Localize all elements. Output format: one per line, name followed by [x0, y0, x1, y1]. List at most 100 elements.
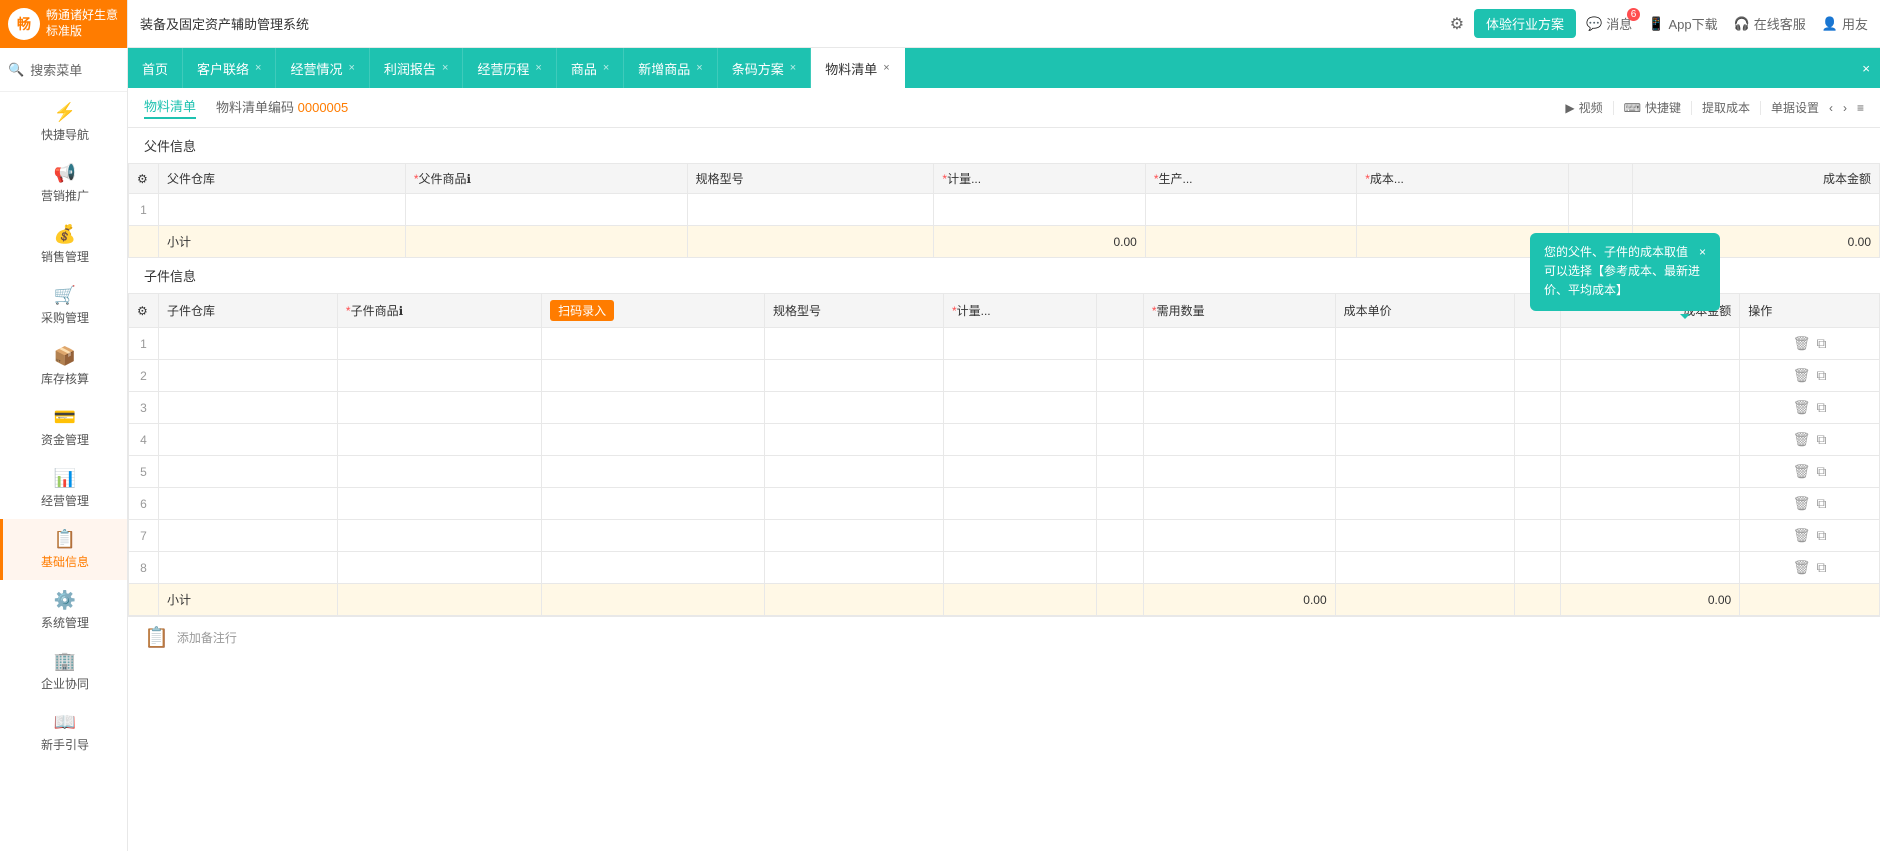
tooltip-close-button[interactable]: ×	[1699, 243, 1706, 262]
search-menu-button[interactable]: 🔍 搜索菜单	[8, 56, 119, 83]
copy-icon-6[interactable]: ⧉	[1816, 495, 1826, 512]
tab-business-status-close[interactable]: ×	[348, 62, 354, 74]
child-row-8-warehouse[interactable]	[159, 552, 338, 584]
child-row-3-goods[interactable]	[337, 392, 541, 424]
tab-goods[interactable]: 商品 ×	[557, 48, 624, 88]
child-row-5-goods[interactable]	[337, 456, 541, 488]
child-row-5-spec[interactable]	[765, 456, 944, 488]
child-row-1-warehouse[interactable]	[159, 328, 338, 360]
sidebar-item-system[interactable]: ⚙️ 系统管理	[0, 580, 127, 641]
child-row-7-goods[interactable]	[337, 520, 541, 552]
child-row-5-warehouse[interactable]	[159, 456, 338, 488]
tab-barcode-close[interactable]: ×	[790, 62, 796, 74]
next-page-button[interactable]: ›	[1843, 101, 1847, 115]
add-row-icon[interactable]: 📋	[144, 625, 169, 650]
extract-cost-button[interactable]: 提取成本	[1702, 99, 1750, 116]
child-row-6-warehouse[interactable]	[159, 488, 338, 520]
tab-history[interactable]: 经营历程 ×	[463, 48, 556, 88]
child-row-1-spec[interactable]	[765, 328, 944, 360]
child-row-2-unit-cost[interactable]	[1335, 360, 1514, 392]
child-row-3-unit[interactable]	[943, 392, 1096, 424]
shortcut-button[interactable]: ⌨ 快捷键	[1624, 99, 1681, 116]
child-row-5-unit[interactable]	[943, 456, 1096, 488]
gear-button[interactable]: ⚙	[1450, 14, 1464, 34]
delete-icon-5[interactable]: 🗑	[1793, 463, 1811, 480]
child-row-5-unit-cost[interactable]	[1335, 456, 1514, 488]
child-row-6-qty[interactable]	[1143, 488, 1335, 520]
child-row-8-qty[interactable]	[1143, 552, 1335, 584]
child-row-6-spec[interactable]	[765, 488, 944, 520]
video-button[interactable]: ▶ 视频	[1565, 99, 1602, 116]
child-row-6-goods[interactable]	[337, 488, 541, 520]
tab-add-goods[interactable]: 新增商品 ×	[624, 48, 717, 88]
copy-icon-5[interactable]: ⧉	[1816, 463, 1826, 480]
parent-row-1-cost[interactable]	[1357, 194, 1568, 226]
sidebar-item-operations[interactable]: 📊 经营管理	[0, 458, 127, 519]
sub-tab-bom-list[interactable]: 物料清单	[144, 96, 196, 119]
sidebar-item-purchase[interactable]: 🛒 采购管理	[0, 275, 127, 336]
trial-button[interactable]: 体验行业方案	[1474, 9, 1576, 38]
single-settings-button[interactable]: 单据设置	[1771, 99, 1819, 116]
tab-barcode[interactable]: 条码方案 ×	[718, 48, 811, 88]
delete-icon-1[interactable]: 🗑	[1793, 335, 1811, 352]
delete-icon-4[interactable]: 🗑	[1793, 431, 1811, 448]
copy-icon-3[interactable]: ⧉	[1816, 399, 1826, 416]
child-row-1-qty[interactable]	[1143, 328, 1335, 360]
nav-close-all-button[interactable]: ×	[1852, 61, 1880, 76]
parent-row-1-warehouse[interactable]	[159, 194, 406, 226]
list-view-button[interactable]: ≡	[1857, 101, 1864, 115]
child-th-settings[interactable]: ⚙	[129, 294, 159, 328]
copy-icon-2[interactable]: ⧉	[1816, 367, 1826, 384]
child-th-scan[interactable]: 扫码录入	[542, 294, 765, 328]
child-row-5-qty[interactable]	[1143, 456, 1335, 488]
child-row-2-spec[interactable]	[765, 360, 944, 392]
copy-icon-8[interactable]: ⧉	[1816, 559, 1826, 576]
parent-row-1-goods[interactable]	[405, 194, 687, 226]
copy-icon-7[interactable]: ⧉	[1816, 527, 1826, 544]
delete-icon-8[interactable]: 🗑	[1793, 559, 1811, 576]
tab-business-status[interactable]: 经营情况 ×	[276, 48, 369, 88]
copy-icon-1[interactable]: ⧉	[1816, 335, 1826, 352]
app-download-button[interactable]: 📱 App下载	[1648, 14, 1717, 33]
sidebar-item-inventory[interactable]: 📦 库存核算	[0, 336, 127, 397]
sub-tab-bom-code[interactable]: 物料清单编码 0000005	[216, 97, 348, 118]
sidebar-search[interactable]: 🔍 搜索菜单	[0, 48, 127, 92]
delete-icon-2[interactable]: 🗑	[1793, 367, 1811, 384]
child-row-3-warehouse[interactable]	[159, 392, 338, 424]
child-row-7-unit[interactable]	[943, 520, 1096, 552]
sidebar-item-marketing[interactable]: 📢 营销推广	[0, 153, 127, 214]
message-button[interactable]: 💬 消息 6	[1586, 14, 1632, 33]
delete-icon-3[interactable]: 🗑	[1793, 399, 1811, 416]
sidebar-item-enterprise[interactable]: 🏢 企业协同	[0, 641, 127, 702]
sidebar-item-finance[interactable]: 💳 资金管理	[0, 397, 127, 458]
child-row-3-spec[interactable]	[765, 392, 944, 424]
child-row-1-unit-cost[interactable]	[1335, 328, 1514, 360]
tab-add-goods-close[interactable]: ×	[696, 62, 702, 74]
child-row-3-unit-cost[interactable]	[1335, 392, 1514, 424]
tab-profit[interactable]: 利润报告 ×	[370, 48, 463, 88]
child-row-2-qty[interactable]	[1143, 360, 1335, 392]
child-row-2-warehouse[interactable]	[159, 360, 338, 392]
tab-profit-close[interactable]: ×	[442, 62, 448, 74]
child-row-8-unit-cost[interactable]	[1335, 552, 1514, 584]
child-row-8-spec[interactable]	[765, 552, 944, 584]
tab-goods-close[interactable]: ×	[603, 62, 609, 74]
parent-row-1-spec[interactable]	[687, 194, 934, 226]
child-row-3-qty[interactable]	[1143, 392, 1335, 424]
child-row-2-unit[interactable]	[943, 360, 1096, 392]
child-row-4-qty[interactable]	[1143, 424, 1335, 456]
parent-th-settings[interactable]: ⚙	[129, 164, 159, 194]
child-row-1-unit[interactable]	[943, 328, 1096, 360]
child-row-4-spec[interactable]	[765, 424, 944, 456]
tab-customer[interactable]: 客户联络 ×	[183, 48, 276, 88]
child-row-8-goods[interactable]	[337, 552, 541, 584]
child-row-4-unit[interactable]	[943, 424, 1096, 456]
copy-icon-4[interactable]: ⧉	[1816, 431, 1826, 448]
delete-icon-7[interactable]: 🗑	[1793, 527, 1811, 544]
tab-bom-close[interactable]: ×	[883, 62, 889, 74]
tab-history-close[interactable]: ×	[535, 62, 541, 74]
sidebar-item-quick-nav[interactable]: ⚡ 快捷导航	[0, 92, 127, 153]
child-row-4-warehouse[interactable]	[159, 424, 338, 456]
prev-page-button[interactable]: ‹	[1829, 101, 1833, 115]
online-service-button[interactable]: 🎧 在线客服	[1734, 14, 1806, 33]
